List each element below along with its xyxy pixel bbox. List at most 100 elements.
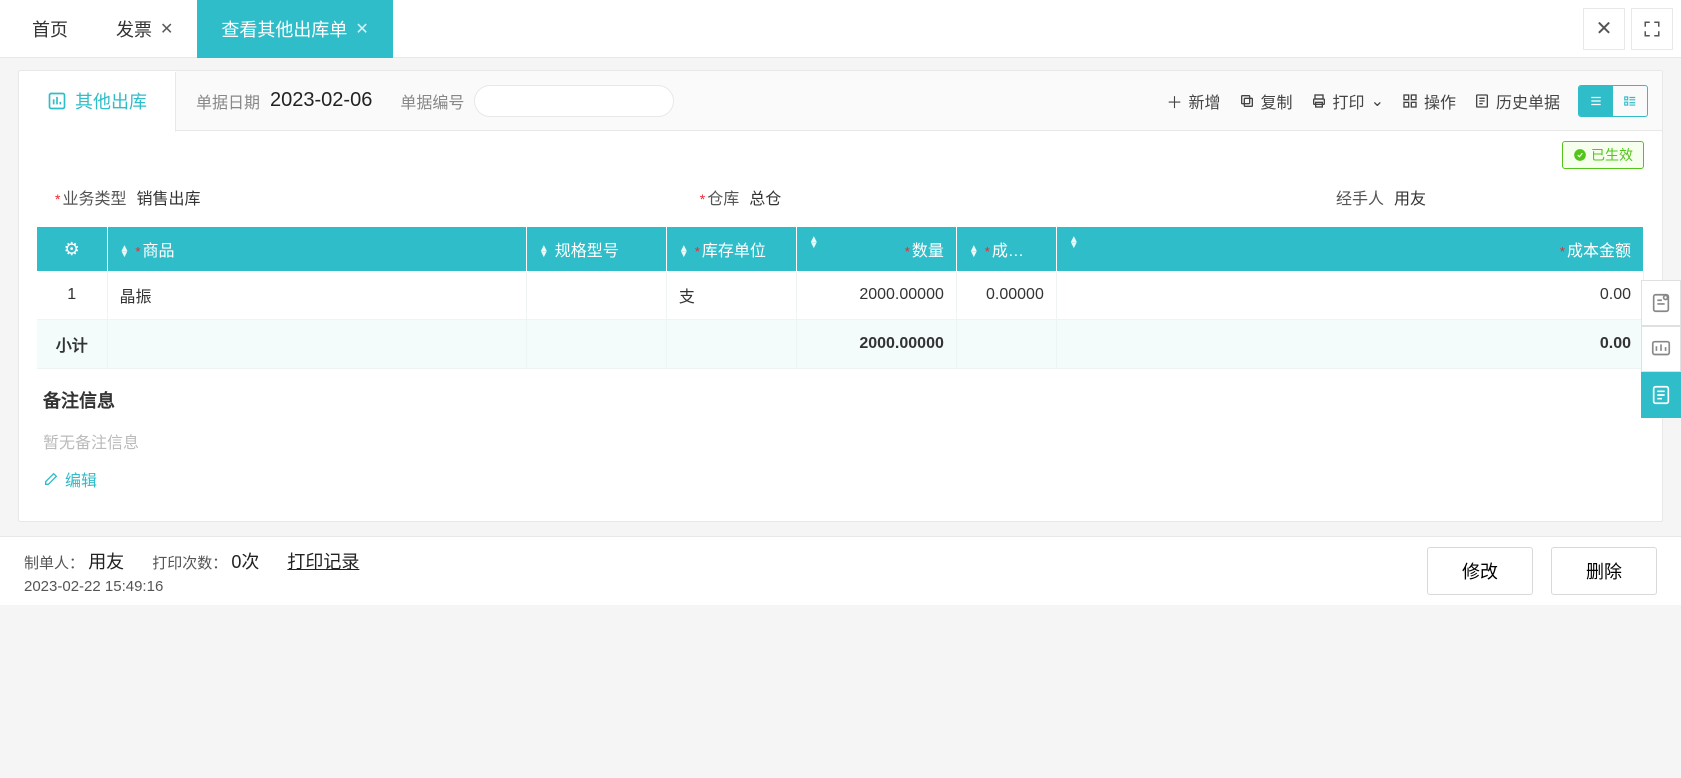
fullscreen-button[interactable] <box>1631 8 1673 50</box>
side-tab-1[interactable] <box>1641 280 1681 326</box>
tab-home[interactable]: 首页 <box>8 0 92 58</box>
grid-icon <box>1402 93 1418 109</box>
chart-icon <box>47 91 67 111</box>
sort-icon: ▲▼ <box>679 246 689 258</box>
doc-date-label: 单据日期 <box>196 89 260 113</box>
subtotal-label: 小计 <box>37 320 107 369</box>
status-text: 已生效 <box>1591 145 1633 165</box>
cell-cost: 0.00000 <box>956 271 1056 320</box>
table-subtotal-row: 小计 2000.00000 0.00 <box>37 320 1644 369</box>
th-product[interactable]: ▲▼*商品 <box>107 227 526 271</box>
remarks-placeholder: 暂无备注信息 <box>43 429 1638 453</box>
history-label: 历史单据 <box>1496 89 1560 113</box>
tab-view-outbound-label: 查看其他出库单 <box>221 16 347 42</box>
handler-value: 用友 <box>1394 185 1426 209</box>
warehouse-value: 总仓 <box>749 185 781 209</box>
remarks-title: 备注信息 <box>43 387 1638 413</box>
remarks-section: 备注信息 暂无备注信息 编辑 <box>19 369 1662 521</box>
print-record-link[interactable]: 打印记录 <box>287 548 359 574</box>
main-card: 其他出库 单据日期 2023-02-06 单据编号 ＋ 新增 <box>18 70 1663 522</box>
data-table: ⚙ ▲▼*商品 ▲▼规格型号 ▲▼*库存单位 ▲▼*数量 ▲▼*成… ▲▼*成本… <box>37 227 1644 369</box>
tab-invoice[interactable]: 发票 ✕ <box>92 0 197 58</box>
cell-idx: 1 <box>37 271 107 320</box>
footer-bar: 制单人： 用友 打印次数： 0次 打印记录 2023-02-22 15:49:1… <box>0 536 1681 605</box>
view-detail-button[interactable] <box>1613 86 1647 116</box>
creator-value: 用友 <box>88 552 124 572</box>
sort-icon: ▲▼ <box>120 246 130 258</box>
subtotal-qty: 2000.00000 <box>796 320 956 369</box>
view-toggle <box>1578 85 1648 117</box>
delete-button[interactable]: 删除 <box>1551 547 1657 595</box>
print-icon <box>1311 93 1327 109</box>
biz-type-label: 业务类型 <box>62 191 126 208</box>
print-count-label: 打印次数： <box>152 555 227 572</box>
print-count-value: 0次 <box>231 552 259 572</box>
doc-date-field: 单据日期 2023-02-06 <box>196 89 372 113</box>
handler-label: 经手人 <box>1336 185 1384 209</box>
note-icon <box>1650 292 1672 314</box>
th-spec[interactable]: ▲▼规格型号 <box>526 227 666 271</box>
copy-button[interactable]: 复制 <box>1239 89 1293 113</box>
form-icon <box>1650 384 1672 406</box>
side-tab-3[interactable] <box>1641 372 1681 418</box>
sub-tab-outbound[interactable]: 其他出库 <box>19 72 176 132</box>
history-button[interactable]: 历史单据 <box>1474 89 1560 113</box>
close-icon[interactable]: ✕ <box>160 19 173 39</box>
close-icon[interactable]: ✕ <box>355 19 368 39</box>
th-settings[interactable]: ⚙ <box>37 227 107 271</box>
new-label: 新增 <box>1189 89 1221 113</box>
history-icon <box>1474 93 1490 109</box>
tab-view-outbound[interactable]: 查看其他出库单 ✕ <box>197 0 392 58</box>
cell-unit: 支 <box>666 271 796 320</box>
th-unit[interactable]: ▲▼*库存单位 <box>666 227 796 271</box>
subtotal-amount: 0.00 <box>1056 320 1643 369</box>
cell-qty: 2000.00000 <box>796 271 956 320</box>
close-all-button[interactable]: ✕ <box>1583 8 1625 50</box>
th-cost[interactable]: ▲▼*成… <box>956 227 1056 271</box>
table-row[interactable]: 1 晶振 支 2000.00000 0.00000 0.00 <box>37 271 1644 320</box>
th-qty[interactable]: ▲▼*数量 <box>796 227 956 271</box>
chevron-down-icon: ⌄ <box>1371 91 1384 111</box>
side-tab-2[interactable] <box>1641 326 1681 372</box>
plus-icon: ＋ <box>1167 89 1183 113</box>
operate-label: 操作 <box>1424 89 1456 113</box>
view-list-button[interactable] <box>1579 86 1613 116</box>
warehouse-label: 仓库 <box>707 191 739 208</box>
copy-icon <box>1239 93 1255 109</box>
edit-icon <box>43 471 59 487</box>
cell-spec <box>526 271 666 320</box>
sort-icon: ▲▼ <box>1069 237 1079 249</box>
biz-type-field: *业务类型 销售出库 <box>55 185 485 209</box>
copy-label: 复制 <box>1261 89 1293 113</box>
new-button[interactable]: ＋ 新增 <box>1167 89 1221 113</box>
biz-type-value: 销售出库 <box>136 185 200 209</box>
tab-home-label: 首页 <box>32 16 68 42</box>
status-badge: 已生效 <box>1562 141 1644 169</box>
tab-invoice-label: 发票 <box>116 16 152 42</box>
modify-button[interactable]: 修改 <box>1427 547 1533 595</box>
footer-timestamp: 2023-02-22 15:49:16 <box>24 578 359 595</box>
sub-tab-label: 其他出库 <box>75 88 147 114</box>
sort-icon: ▲▼ <box>539 246 549 258</box>
cell-product: 晶振 <box>107 271 526 320</box>
form-row: *业务类型 销售出库 *仓库 总仓 经手人 用友 <box>19 179 1662 227</box>
sort-icon: ▲▼ <box>809 237 819 249</box>
edit-remarks-button[interactable]: 编辑 <box>43 467 97 491</box>
creator-label: 制单人： <box>24 555 84 572</box>
warehouse-field: *仓库 总仓 <box>525 185 955 209</box>
fullscreen-icon <box>1643 20 1661 38</box>
operate-button[interactable]: 操作 <box>1402 89 1456 113</box>
check-circle-icon <box>1573 148 1587 162</box>
th-amount[interactable]: ▲▼*成本金额 <box>1056 227 1643 271</box>
sort-icon: ▲▼ <box>969 246 979 258</box>
print-button[interactable]: 打印 ⌄ <box>1311 89 1384 113</box>
side-tabs <box>1641 280 1681 418</box>
doc-code-field: 单据编号 <box>400 85 674 117</box>
gear-icon: ⚙ <box>64 239 80 259</box>
print-label: 打印 <box>1333 89 1365 113</box>
sub-header: 其他出库 单据日期 2023-02-06 单据编号 ＋ 新增 <box>19 71 1662 131</box>
top-tab-bar: 首页 发票 ✕ 查看其他出库单 ✕ ✕ <box>0 0 1681 58</box>
handler-field: 经手人 用友 <box>996 185 1626 209</box>
doc-code-input[interactable] <box>474 85 674 117</box>
report-icon <box>1650 338 1672 360</box>
